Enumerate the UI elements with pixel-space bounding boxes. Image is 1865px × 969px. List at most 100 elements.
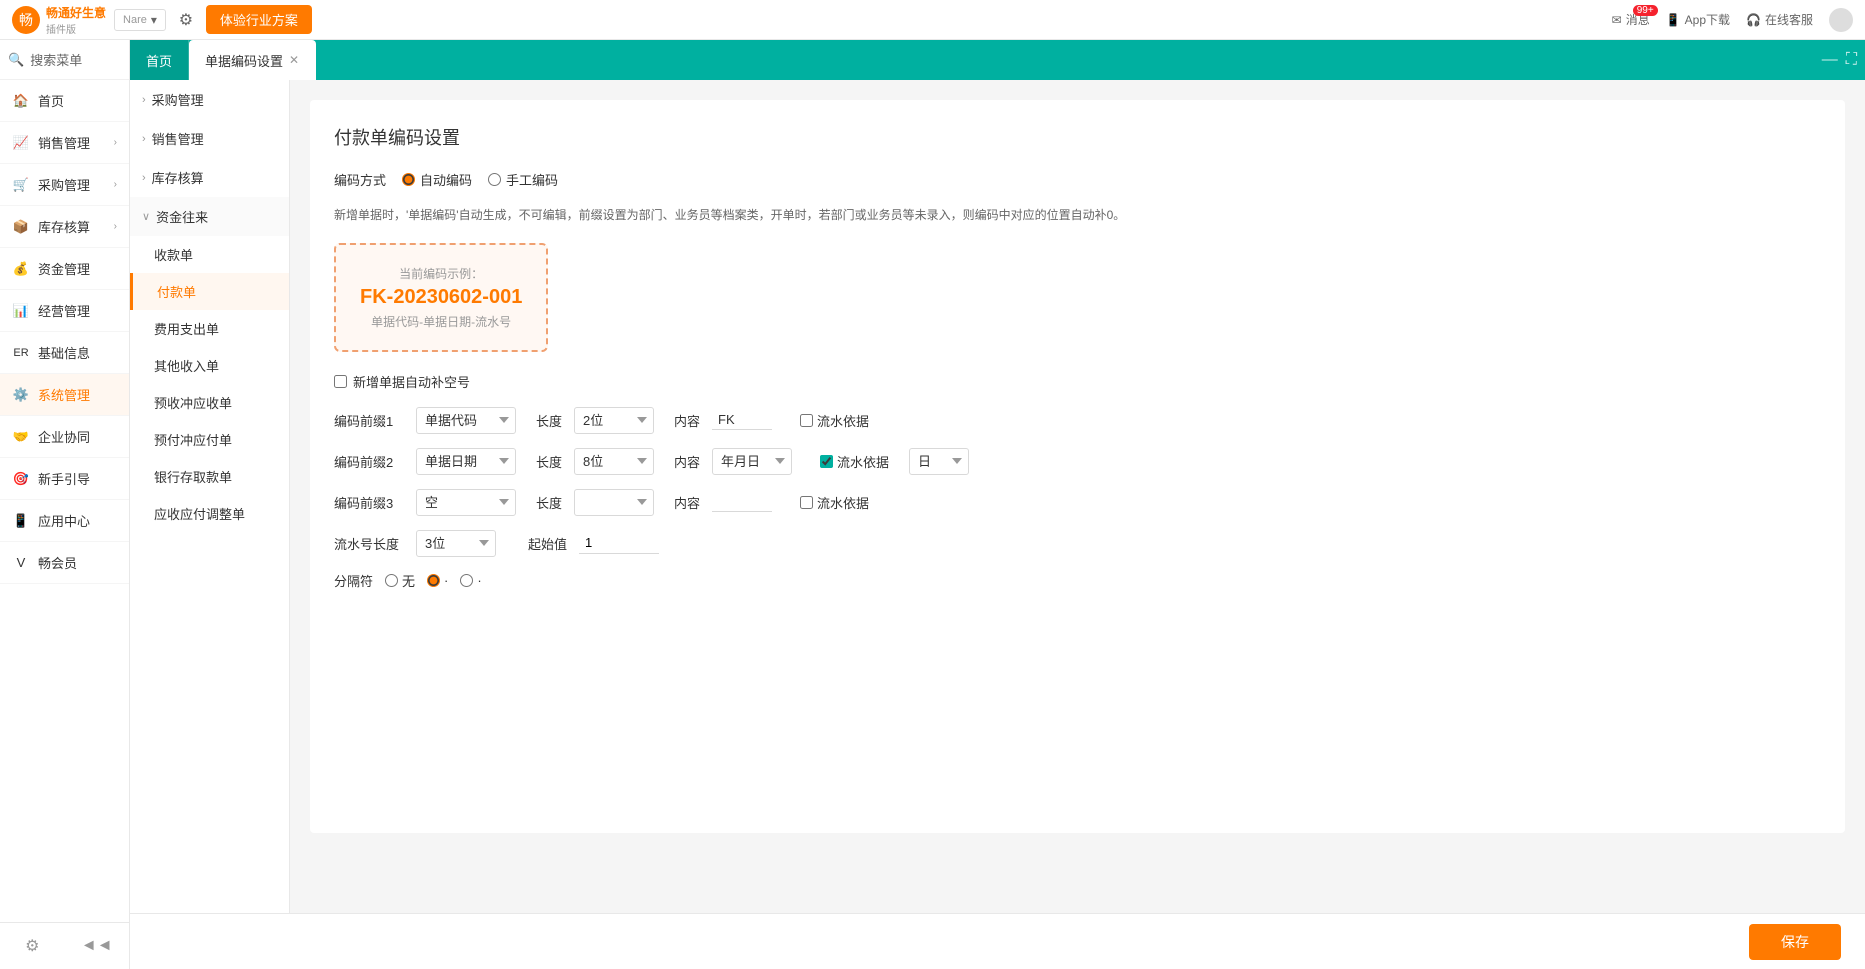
prefix2-day-select[interactable]: 日 月 年 [909, 448, 969, 475]
coding-method-radio-group: 自动编码 手工编码 [402, 170, 558, 189]
prefix2-select[interactable]: 单据日期 年 年月 年月日 [416, 448, 516, 475]
tab-close-icon[interactable]: ✕ [289, 53, 299, 67]
guide-icon: 🎯 [12, 470, 30, 488]
manual-code-input[interactable] [488, 173, 501, 186]
settings-bottom-icon[interactable]: ⚙ [17, 931, 47, 961]
sidebar-nav: 🏠 首页 📈 销售管理 › 🛒 采购管理 › 📦 库存核算 › 💰 资金管理 [0, 80, 129, 922]
sidebar-item-system[interactable]: ⚙️ 系统管理 [0, 374, 129, 416]
prefix1-content-input[interactable] [712, 410, 772, 430]
sep-none-input[interactable] [385, 574, 398, 587]
prefix2-content-select[interactable]: 年月日 年月 年 [712, 448, 792, 475]
prefix3-content-input[interactable] [712, 492, 772, 512]
sidebar-search[interactable]: 🔍 搜索菜单 [0, 40, 129, 80]
chevron-right-icon3: › [114, 221, 117, 232]
start-value-label: 起始值 [528, 534, 567, 553]
submenu-bank-deposit[interactable]: 银行存取款单 [130, 458, 289, 495]
sep-none-radio[interactable]: 无 [385, 571, 415, 590]
sep-dot-radio[interactable]: · [427, 573, 448, 588]
inventory-icon: 📦 [12, 218, 30, 236]
menu-finance-expanded[interactable]: ∨ 资金往来 [130, 197, 289, 236]
prefix3-row: 编码前缀3 空 单据代码 部门 业务员 长度 内容 [334, 489, 1821, 516]
prefix1-row: 编码前缀1 单据代码 部门 业务员 自定义 长度 2位 4位 6位 [334, 407, 1821, 434]
purchase-icon: 🛒 [12, 176, 30, 194]
tab-home[interactable]: 首页 [130, 40, 189, 80]
top-bar-left: 畅 畅通好生意 插件版 Nare ▾ ⚙ 体验行业方案 [12, 4, 312, 36]
menu-inventory[interactable]: › 库存核算 [130, 158, 289, 197]
sidebar-item-enterprise[interactable]: 🤝 企业协同 [0, 416, 129, 458]
headset-icon: 🎧 [1746, 13, 1761, 27]
prefix2-row: 编码前缀2 单据日期 年 年月 年月日 长度 8位 6位 4位 [334, 448, 1821, 475]
content-area: 首页 单据编码设置 ✕ — ⛶ › 采购管理 › 销售管理 [130, 40, 1865, 969]
tab-coding[interactable]: 单据编码设置 ✕ [189, 40, 316, 80]
auto-code-radio[interactable]: 自动编码 [402, 170, 472, 189]
coding-method-row: 编码方式 自动编码 手工编码 [334, 170, 1821, 189]
user-avatar[interactable] [1829, 8, 1853, 32]
prefix3-serial-checkbox[interactable] [800, 496, 813, 509]
prefix1-serial-follow[interactable]: 流水依据 [800, 411, 869, 430]
prefix1-label: 编码前缀1 [334, 411, 404, 430]
tab-coding-label: 单据编码设置 [205, 51, 283, 70]
auto-fill-checkbox[interactable] [334, 375, 347, 388]
sidebar-item-apps[interactable]: 📱 应用中心 [0, 500, 129, 542]
prefix1-serial-checkbox[interactable] [800, 414, 813, 427]
bottom-bar: 保存 [130, 913, 1865, 969]
submenu-payment[interactable]: 付款单 [130, 273, 289, 310]
separator-options: 无 · · [385, 571, 482, 590]
prefix2-length-select[interactable]: 8位 6位 4位 [574, 448, 654, 475]
sidebar-item-fund[interactable]: 💰 资金管理 [0, 248, 129, 290]
collapse-icon[interactable]: ◄◄ [82, 931, 112, 961]
app-download-btn[interactable]: 📱 App下载 [1666, 11, 1730, 28]
preview-desc: 单据代码-单据日期-流水号 [360, 313, 522, 330]
sep-dash-input[interactable] [460, 574, 473, 587]
prefix3-length-select[interactable] [574, 489, 654, 516]
prefix3-serial-follow[interactable]: 流水依据 [800, 493, 869, 512]
content-label3: 内容 [674, 493, 700, 512]
prefix1-length-select[interactable]: 2位 4位 6位 [574, 407, 654, 434]
sidebar-item-sales[interactable]: 📈 销售管理 › [0, 122, 129, 164]
menu-sales[interactable]: › 销售管理 [130, 119, 289, 158]
sep-dash-radio[interactable]: · [460, 573, 481, 588]
submenu-expense[interactable]: 费用支出单 [130, 310, 289, 347]
submenu-other-income[interactable]: 其他收入单 [130, 347, 289, 384]
prefix3-select[interactable]: 空 单据代码 部门 业务员 [416, 489, 516, 516]
page-card: 付款单编码设置 编码方式 自动编码 手工编码 [310, 100, 1845, 833]
system-icon: ⚙️ [12, 386, 30, 404]
settings-icon[interactable]: ⚙ [172, 6, 200, 34]
preview-label: 当前编码示例： [360, 265, 522, 282]
start-value-input[interactable] [579, 532, 659, 554]
submenu-prepay-payable[interactable]: 预付冲应付单 [130, 421, 289, 458]
coding-method-label: 编码方式 [334, 170, 386, 189]
auto-code-input[interactable] [402, 173, 415, 186]
dropdown-button[interactable]: Nare ▾ [114, 9, 166, 31]
submenu-adjustment[interactable]: 应收应付调整单 [130, 495, 289, 532]
sep-dot-input[interactable] [427, 574, 440, 587]
prefix2-serial-follow[interactable]: 流水依据 [820, 452, 889, 471]
sidebar-item-inventory[interactable]: 📦 库存核算 › [0, 206, 129, 248]
messages-btn[interactable]: ✉ 消息 99+ [1612, 11, 1650, 28]
prefix1-select[interactable]: 单据代码 部门 业务员 自定义 [416, 407, 516, 434]
tab-minimize-icon[interactable]: — [1822, 51, 1838, 69]
menu-purchase[interactable]: › 采购管理 [130, 80, 289, 119]
online-service-btn[interactable]: 🎧 在线客服 [1746, 11, 1813, 28]
prefix2-serial-checkbox[interactable] [820, 455, 833, 468]
sidebar-item-operations[interactable]: 📊 经营管理 [0, 290, 129, 332]
separator-row: 分隔符 无 · · [334, 571, 1821, 590]
main-layout: 🔍 搜索菜单 🏠 首页 📈 销售管理 › 🛒 采购管理 › 📦 库存核算 › [0, 40, 1865, 969]
content-label1: 内容 [674, 411, 700, 430]
info-text: 新增单据时，'单据编码'自动生成，不可编辑，前缀设置为部门、业务员等档案类，开单… [334, 205, 1821, 227]
save-button[interactable]: 保存 [1749, 924, 1841, 960]
manual-code-radio[interactable]: 手工编码 [488, 170, 558, 189]
serial-length-select[interactable]: 3位 4位 5位 6位 [416, 530, 496, 557]
sidebar-item-member[interactable]: V 畅会员 [0, 542, 129, 584]
enterprise-icon: 🤝 [12, 428, 30, 446]
trial-button[interactable]: 体验行业方案 [206, 5, 312, 34]
tab-maximize-icon[interactable]: ⛶ [1846, 51, 1857, 69]
sidebar-item-purchase[interactable]: 🛒 采购管理 › [0, 164, 129, 206]
basic-icon: ER [12, 344, 30, 362]
sidebar-item-basic[interactable]: ER 基础信息 [0, 332, 129, 374]
sidebar-item-home[interactable]: 🏠 首页 [0, 80, 129, 122]
sidebar-item-guide[interactable]: 🎯 新手引导 [0, 458, 129, 500]
submenu-prepay-receivable[interactable]: 预收冲应收单 [130, 384, 289, 421]
auto-fill-row[interactable]: 新增单据自动补空号 [334, 372, 1821, 391]
submenu-receipt[interactable]: 收款单 [130, 236, 289, 273]
